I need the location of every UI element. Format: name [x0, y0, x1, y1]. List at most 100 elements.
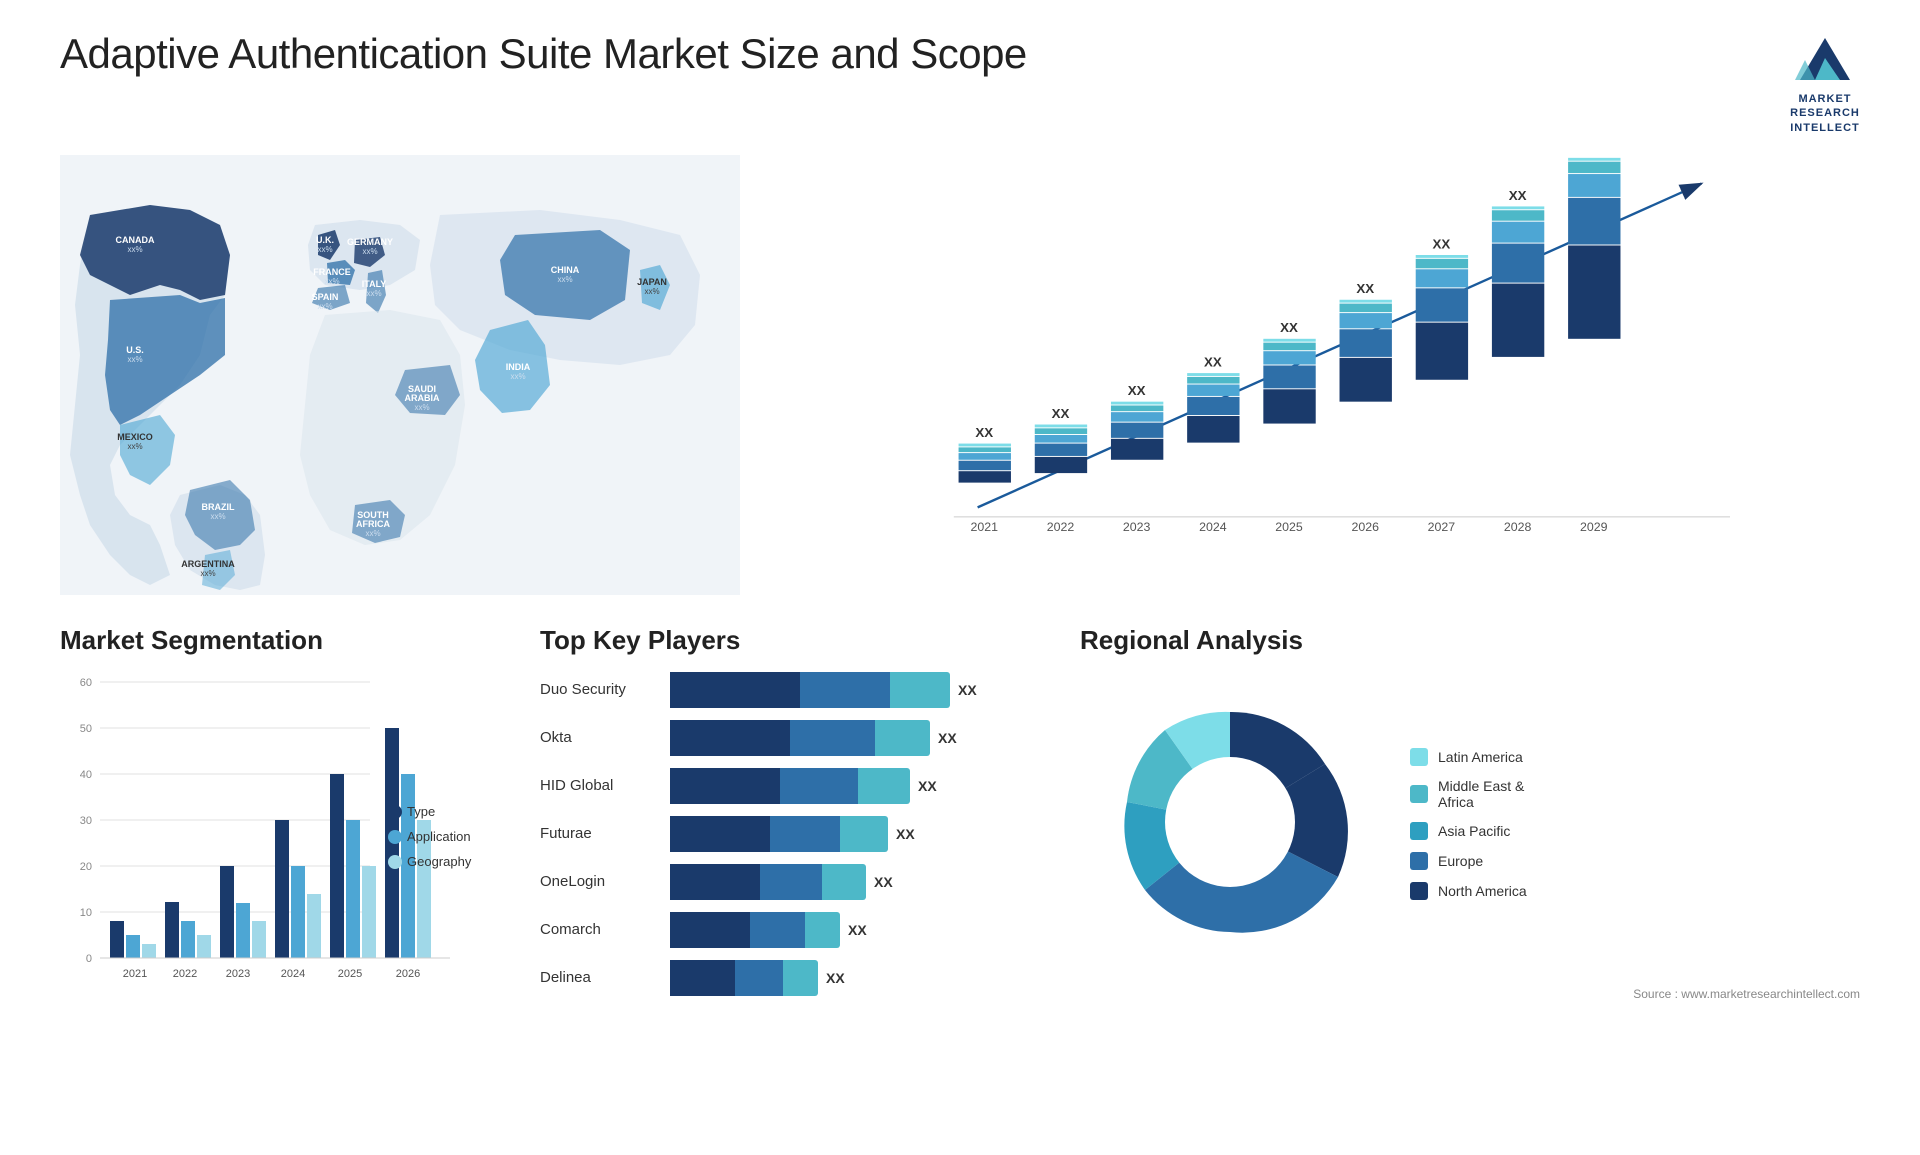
page-title: Adaptive Authentication Suite Market Siz…	[60, 30, 1027, 78]
player-bar	[670, 912, 840, 948]
player-name: OneLogin	[540, 873, 660, 890]
svg-text:2027: 2027	[1428, 520, 1456, 534]
svg-text:2028: 2028	[1504, 520, 1532, 534]
logo-icon	[1790, 30, 1860, 90]
player-xx: XX	[918, 778, 937, 794]
player-bar	[670, 672, 950, 708]
player-bar	[670, 720, 930, 756]
svg-text:2021: 2021	[123, 968, 147, 980]
svg-text:60: 60	[80, 677, 92, 689]
svg-text:xx%: xx%	[210, 512, 225, 521]
segmentation-title: Market Segmentation	[60, 625, 500, 656]
legend-item-north-america: North America	[1410, 882, 1527, 900]
player-row: HID Global XX	[540, 768, 1040, 804]
bottom-section: Market Segmentation 60 50 40 30 20 10 0	[60, 625, 1860, 1125]
svg-text:XX: XX	[975, 425, 993, 440]
svg-text:Geography: Geography	[407, 854, 472, 869]
svg-text:ARABIA: ARABIA	[405, 393, 440, 403]
svg-text:CANADA: CANADA	[116, 235, 155, 245]
svg-text:XX: XX	[1052, 406, 1070, 421]
svg-text:2022: 2022	[173, 968, 197, 980]
player-name: Duo Security	[540, 681, 660, 698]
svg-text:2023: 2023	[1123, 520, 1151, 534]
bar-chart-container: XX 2021 XX 2022 XX 2023	[780, 155, 1860, 595]
player-xx: XX	[874, 874, 893, 890]
svg-text:XX: XX	[1128, 383, 1146, 398]
europe-label: Europe	[1438, 853, 1483, 869]
player-name: Futurae	[540, 825, 660, 842]
svg-text:SPAIN: SPAIN	[312, 292, 339, 302]
asia-pacific-swatch	[1410, 822, 1428, 840]
svg-text:xx%: xx%	[557, 275, 572, 284]
player-row: Duo Security XX	[540, 672, 1040, 708]
svg-text:xx%: xx%	[324, 277, 339, 286]
svg-text:2025: 2025	[1275, 520, 1303, 534]
player-name: Okta	[540, 729, 660, 746]
regional-title: Regional Analysis	[1080, 625, 1860, 656]
map-container: CANADA xx% U.S. xx% MEXICO xx% BRAZIL xx…	[60, 155, 740, 595]
donut-svg-wrap	[1080, 672, 1380, 977]
player-row: Comarch XX	[540, 912, 1040, 948]
segmentation-container: Market Segmentation 60 50 40 30 20 10 0	[60, 625, 500, 1125]
svg-text:xx%: xx%	[127, 245, 142, 254]
player-row: Delinea XX	[540, 960, 1040, 996]
svg-text:20: 20	[80, 861, 92, 873]
svg-text:U.K.: U.K.	[316, 235, 334, 245]
svg-text:BRAZIL: BRAZIL	[202, 502, 235, 512]
players-title: Top Key Players	[540, 625, 1040, 656]
svg-text:CHINA: CHINA	[551, 265, 580, 275]
middle-east-africa-label: Middle East &Africa	[1438, 778, 1524, 810]
legend-item-asia-pacific: Asia Pacific	[1410, 822, 1527, 840]
player-bar-wrap: XX	[670, 960, 1040, 996]
svg-text:xx%: xx%	[317, 245, 332, 254]
player-bar-wrap: XX	[670, 768, 1040, 804]
svg-text:XX: XX	[1356, 281, 1374, 296]
logo-text: MARKET RESEARCH INTELLECT	[1790, 92, 1860, 135]
svg-text:2026: 2026	[1351, 520, 1379, 534]
player-row: OneLogin XX	[540, 864, 1040, 900]
svg-text:xx%: xx%	[362, 247, 377, 256]
header: Adaptive Authentication Suite Market Siz…	[60, 30, 1860, 135]
bar-chart-svg: XX 2021 XX 2022 XX 2023	[800, 155, 1860, 555]
svg-text:30: 30	[80, 815, 92, 827]
svg-text:ITALY: ITALY	[362, 279, 387, 289]
svg-text:10: 10	[80, 907, 92, 919]
player-name: HID Global	[540, 777, 660, 794]
svg-text:0: 0	[86, 953, 92, 965]
source-text: Source : www.marketresearchintellect.com	[1080, 987, 1860, 1001]
regional-container: Regional Analysis	[1080, 625, 1860, 1125]
player-bar-wrap: XX	[670, 912, 1040, 948]
svg-text:xx%: xx%	[414, 403, 429, 412]
svg-text:GERMANY: GERMANY	[347, 237, 393, 247]
svg-text:MEXICO: MEXICO	[117, 432, 153, 442]
svg-text:2025: 2025	[338, 968, 362, 980]
svg-text:xx%: xx%	[200, 569, 215, 578]
svg-text:2024: 2024	[1199, 520, 1227, 534]
donut-area: Latin America Middle East &Africa Asia P…	[1080, 672, 1860, 977]
player-bar	[670, 864, 866, 900]
svg-text:xx%: xx%	[644, 287, 659, 296]
player-xx: XX	[938, 730, 957, 746]
player-xx: XX	[848, 922, 867, 938]
svg-text:JAPAN: JAPAN	[637, 277, 667, 287]
svg-text:FRANCE: FRANCE	[313, 267, 351, 277]
player-row: Futurae XX	[540, 816, 1040, 852]
svg-text:xx%: xx%	[365, 529, 380, 538]
svg-text:50: 50	[80, 723, 92, 735]
top-section: CANADA xx% U.S. xx% MEXICO xx% BRAZIL xx…	[60, 155, 1860, 595]
latin-america-swatch	[1410, 748, 1428, 766]
middle-east-africa-swatch	[1410, 785, 1428, 803]
player-bar-wrap: XX	[670, 864, 1040, 900]
svg-text:xx%: xx%	[510, 372, 525, 381]
legend-item-middle-east-africa: Middle East &Africa	[1410, 778, 1527, 810]
svg-text:INDIA: INDIA	[506, 362, 531, 372]
legend-item-europe: Europe	[1410, 852, 1527, 870]
svg-text:Application: Application	[407, 829, 471, 844]
player-bar-wrap: XX	[670, 672, 1040, 708]
svg-text:xx%: xx%	[127, 442, 142, 451]
player-bar-wrap: XX	[670, 720, 1040, 756]
asia-pacific-label: Asia Pacific	[1438, 823, 1510, 839]
player-bar-wrap: XX	[670, 816, 1040, 852]
svg-text:AFRICA: AFRICA	[356, 519, 390, 529]
svg-text:xx%: xx%	[127, 355, 142, 364]
